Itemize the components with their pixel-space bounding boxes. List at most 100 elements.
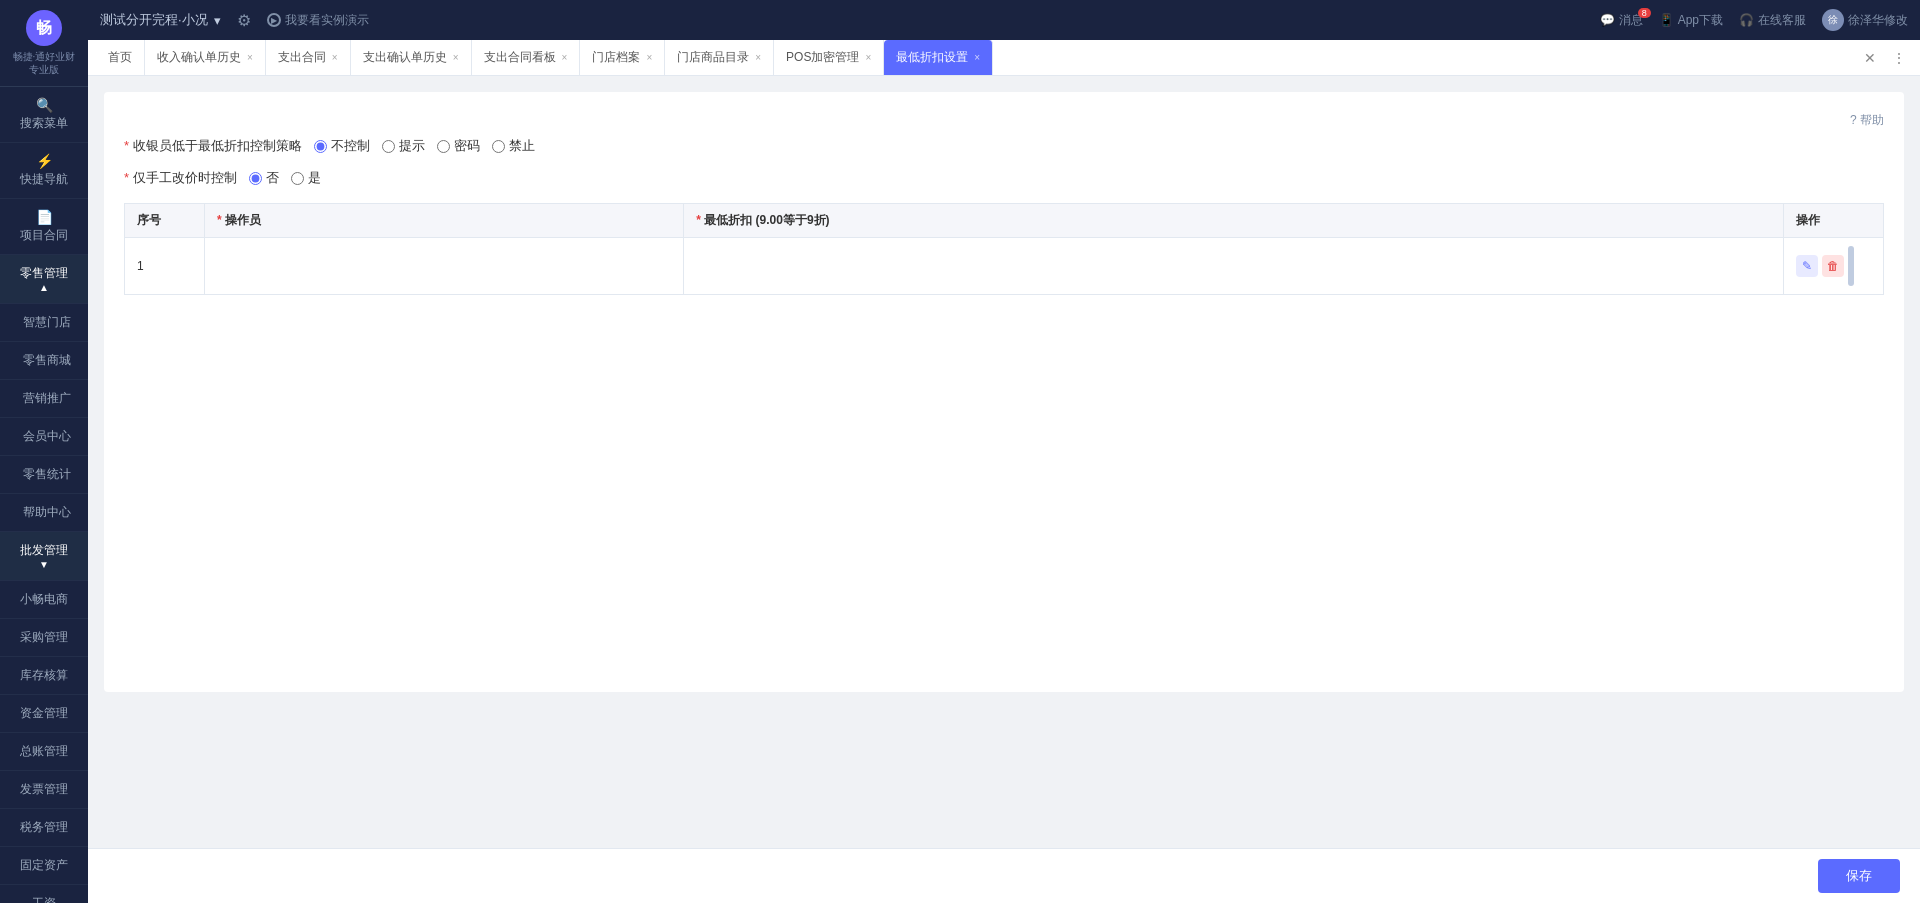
- save-button[interactable]: 保存: [1818, 859, 1900, 893]
- manual-price-label: 仅手工改价时控制: [124, 169, 237, 187]
- topbar-settings-button[interactable]: ⚙: [237, 11, 251, 30]
- cell-operator: [205, 238, 684, 295]
- tab-close-expense-contract[interactable]: ×: [332, 52, 338, 63]
- download-icon: 📱: [1659, 13, 1674, 27]
- discount-table: 序号 操作员 最低折扣 (9.00等于9折) 操作 1 ✎: [124, 203, 1884, 295]
- tab-store-profile[interactable]: 门店档案 ×: [580, 40, 665, 75]
- sidebar-item-marketing[interactable]: 营销推广: [0, 380, 88, 418]
- sidebar-item-inventory[interactable]: 库存核算: [0, 657, 88, 695]
- tab-menu-button[interactable]: ⋮: [1886, 48, 1912, 68]
- col-action: 操作: [1784, 204, 1884, 238]
- table-row: 1 ✎ 🗑: [125, 238, 1884, 295]
- app-download-button[interactable]: 📱 App下载: [1659, 12, 1723, 29]
- radio-forbid[interactable]: 禁止: [492, 137, 535, 155]
- logo-text: 畅捷·通好业财 专业版: [13, 50, 76, 76]
- tab-expense-board[interactable]: 支出合同看板 ×: [472, 40, 581, 75]
- manual-price-row: 仅手工改价时控制 否 是: [124, 169, 1884, 187]
- user-menu[interactable]: 徐 徐泽华修改: [1822, 9, 1908, 31]
- col-min-discount: 最低折扣 (9.00等于9折): [684, 204, 1784, 238]
- sidebar-item-tax[interactable]: 税务管理: [0, 809, 88, 847]
- cell-actions: ✎ 🗑: [1784, 238, 1884, 295]
- tab-close-store-profile[interactable]: ×: [646, 52, 652, 63]
- col-index: 序号: [125, 204, 205, 238]
- message-badge: 8: [1638, 8, 1651, 18]
- sidebar-item-online-store[interactable]: 零售商城: [0, 342, 88, 380]
- edit-row-button[interactable]: ✎: [1796, 255, 1818, 277]
- sidebar-item-contract[interactable]: 📄 项目合同: [0, 199, 88, 255]
- page-footer: 保存: [88, 848, 1920, 903]
- user-avatar: 徐: [1822, 9, 1844, 31]
- table-scrollbar: [1848, 246, 1854, 286]
- radio-hint[interactable]: 提示: [382, 137, 425, 155]
- demo-circle-icon: ▶: [267, 13, 281, 27]
- tab-close-pos-encryption[interactable]: ×: [865, 52, 871, 63]
- radio-no[interactable]: 否: [249, 169, 279, 187]
- delete-row-button[interactable]: 🗑: [1822, 255, 1844, 277]
- message-icon: 💬: [1600, 13, 1615, 27]
- radio-yes[interactable]: 是: [291, 169, 321, 187]
- demo-link[interactable]: ▶ 我要看实例演示: [267, 12, 369, 29]
- table-header-row: 序号 操作员 最低折扣 (9.00等于9折) 操作: [125, 204, 1884, 238]
- sidebar-item-membership[interactable]: 会员中心: [0, 418, 88, 456]
- tab-store-products[interactable]: 门店商品目录 ×: [665, 40, 774, 75]
- sidebar-item-retail-stats[interactable]: 零售统计: [0, 456, 88, 494]
- chevron-down-icon: ▾: [214, 13, 221, 28]
- main-area: 测试分开完程·小况 ▾ ⚙ ▶ 我要看实例演示 💬 8 消息 📱 App下载 🎧…: [88, 0, 1920, 903]
- topbar-right: 💬 8 消息 📱 App下载 🎧 在线客服 徐 徐泽华修改: [1600, 9, 1908, 31]
- content-area: ? 帮助 收银员低于最低折扣控制策略 不控制 提示 密码: [88, 76, 1920, 903]
- sidebar-item-funds[interactable]: 资金管理: [0, 695, 88, 733]
- col-operator: 操作员: [205, 204, 684, 238]
- radio-password[interactable]: 密码: [437, 137, 480, 155]
- sidebar-item-ecommerce[interactable]: 小畅电商: [0, 581, 88, 619]
- sidebar-item-smart-store[interactable]: 智慧门店: [0, 304, 88, 342]
- page-panel: ? 帮助 收银员低于最低折扣控制策略 不控制 提示 密码: [104, 92, 1904, 692]
- sidebar: 畅 畅捷·通好业财 专业版 🔍 搜索菜单 ⚡ 快捷导航 📄 项目合同 零售管理 …: [0, 0, 88, 903]
- quicknav-icon: ⚡: [36, 153, 53, 169]
- tab-expense-history[interactable]: 支出确认单历史 ×: [351, 40, 472, 75]
- top-bar: 测试分开完程·小况 ▾ ⚙ ▶ 我要看实例演示 💬 8 消息 📱 App下载 🎧…: [88, 0, 1920, 40]
- tab-close-store-products[interactable]: ×: [755, 52, 761, 63]
- project-name: 测试分开完程·小况: [100, 11, 208, 29]
- manual-price-options: 否 是: [249, 169, 321, 187]
- sidebar-item-retail[interactable]: 零售管理 ▲: [0, 255, 88, 304]
- sidebar-logo: 畅 畅捷·通好业财 专业版: [0, 0, 88, 87]
- sidebar-item-ledger[interactable]: 总账管理: [0, 733, 88, 771]
- tab-income-history[interactable]: 收入确认单历史 ×: [145, 40, 266, 75]
- cashier-policy-row: 收银员低于最低折扣控制策略 不控制 提示 密码: [124, 137, 1884, 155]
- help-link[interactable]: ? 帮助: [1850, 112, 1884, 129]
- tab-expense-contract[interactable]: 支出合同 ×: [266, 40, 351, 75]
- tab-close-income-history[interactable]: ×: [247, 52, 253, 63]
- sidebar-item-salary[interactable]: 工资: [0, 885, 88, 903]
- radio-no-control[interactable]: 不控制: [314, 137, 370, 155]
- sidebar-item-quicknav[interactable]: ⚡ 快捷导航: [0, 143, 88, 199]
- tab-min-discount[interactable]: 最低折扣设置 ×: [884, 40, 993, 75]
- online-service-button[interactable]: 🎧 在线客服: [1739, 12, 1806, 29]
- tab-close-expense-board[interactable]: ×: [562, 52, 568, 63]
- sidebar-item-invoice[interactable]: 发票管理: [0, 771, 88, 809]
- tab-bar: 首页 收入确认单历史 × 支出合同 × 支出确认单历史 × 支出合同看板 × 门…: [88, 40, 1920, 76]
- cashier-policy-label: 收银员低于最低折扣控制策略: [124, 137, 302, 155]
- cell-index: 1: [125, 238, 205, 295]
- tab-close-min-discount[interactable]: ×: [974, 52, 980, 63]
- sidebar-item-help[interactable]: 帮助中心: [0, 494, 88, 532]
- sidebar-item-purchase[interactable]: 采购管理: [0, 619, 88, 657]
- tab-home[interactable]: 首页: [96, 40, 145, 75]
- chevron-up-icon: ▲: [39, 282, 49, 293]
- message-button[interactable]: 💬 8 消息: [1600, 12, 1643, 29]
- search-icon: 🔍: [36, 97, 53, 113]
- tab-close-all-button[interactable]: ✕: [1858, 48, 1882, 68]
- logo-icon: 畅: [26, 10, 62, 46]
- sidebar-item-search[interactable]: 🔍 搜索菜单: [0, 87, 88, 143]
- form-header: ? 帮助: [124, 112, 1884, 129]
- tab-close-expense-history[interactable]: ×: [453, 52, 459, 63]
- cashier-policy-options: 不控制 提示 密码 禁止: [314, 137, 535, 155]
- tab-pos-encryption[interactable]: POS加密管理 ×: [774, 40, 884, 75]
- tab-bar-actions: ✕ ⋮: [1858, 48, 1912, 68]
- sidebar-item-fixed-assets[interactable]: 固定资产: [0, 847, 88, 885]
- contract-icon: 📄: [36, 209, 53, 225]
- project-selector[interactable]: 测试分开完程·小况 ▾: [100, 11, 221, 29]
- gear-icon: ⚙: [237, 12, 251, 29]
- sidebar-item-wholesale[interactable]: 批发管理 ▼: [0, 532, 88, 581]
- cell-min-discount: [684, 238, 1784, 295]
- chevron-down-icon: ▼: [39, 559, 49, 570]
